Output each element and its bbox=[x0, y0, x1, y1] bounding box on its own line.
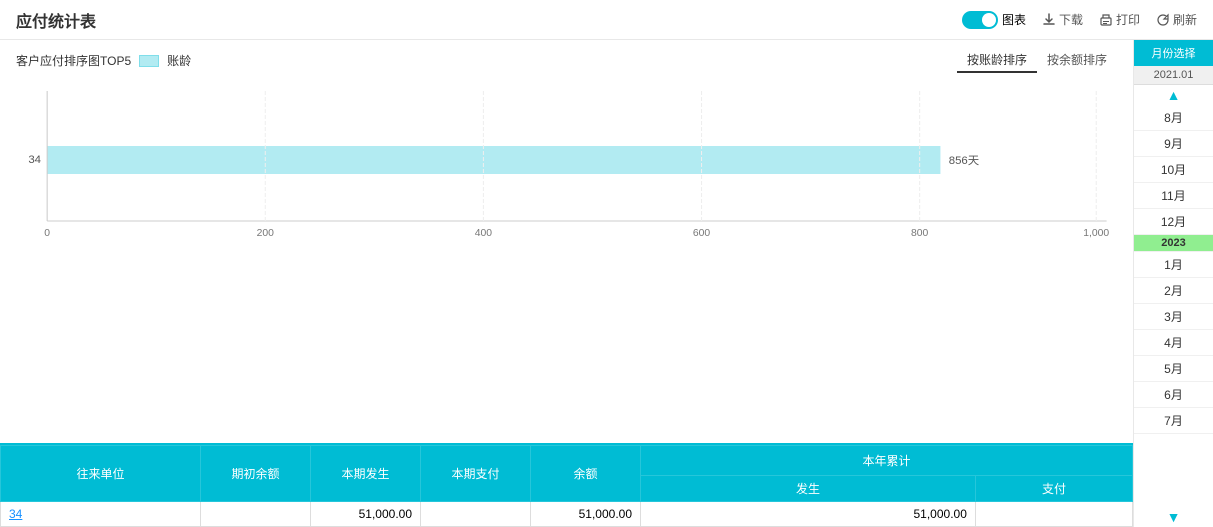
col-opening: 期初余额 bbox=[201, 446, 311, 502]
sidebar-month-5[interactable]: 5月 bbox=[1134, 356, 1213, 382]
sidebar-month-1[interactable]: 1月 bbox=[1134, 252, 1213, 278]
cell-ytd-pay bbox=[975, 502, 1132, 527]
data-table: 往来单位 期初余额 本期发生 本期支付 余额 本年累计 发生 支付 bbox=[0, 445, 1133, 527]
sidebar-year-2023: 2023 bbox=[1134, 235, 1213, 252]
sidebar-month-10[interactable]: 10月 bbox=[1134, 157, 1213, 183]
print-icon bbox=[1099, 13, 1113, 27]
table-row: 34 51,000.00 51,000.00 51,000.00 bbox=[1, 502, 1133, 527]
legend-label: 客户应付排序图TOP5 bbox=[16, 52, 131, 69]
header: 应付统计表 图表 下载 打印 刷新 bbox=[0, 0, 1213, 40]
svg-text:34: 34 bbox=[28, 154, 41, 166]
chart-legend: 客户应付排序图TOP5 账龄 bbox=[16, 52, 191, 69]
sidebar-month-7[interactable]: 7月 bbox=[1134, 408, 1213, 434]
sort-by-balance-button[interactable]: 按余额排序 bbox=[1037, 48, 1117, 73]
download-button[interactable]: 下载 bbox=[1042, 11, 1083, 28]
refresh-icon bbox=[1156, 13, 1170, 27]
svg-text:856天: 856天 bbox=[949, 155, 979, 167]
sidebar-month-11[interactable]: 11月 bbox=[1134, 183, 1213, 209]
col-current-pay: 本期支付 bbox=[421, 446, 531, 502]
main-content: 客户应付排序图TOP5 账龄 按账龄排序 按余额排序 34 856天 bbox=[0, 40, 1213, 527]
print-button[interactable]: 打印 bbox=[1099, 11, 1140, 28]
sidebar-month-9[interactable]: 9月 bbox=[1134, 131, 1213, 157]
sidebar-scroll-up[interactable]: ▲ bbox=[1134, 85, 1213, 105]
col-balance: 余额 bbox=[531, 446, 641, 502]
chart-sort-buttons: 按账龄排序 按余额排序 bbox=[957, 48, 1117, 73]
cell-ytd-occur: 51,000.00 bbox=[641, 502, 976, 527]
col-ytd: 本年累计 bbox=[641, 446, 1133, 476]
page-container: 应付统计表 图表 下载 打印 刷新 bbox=[0, 0, 1213, 527]
col-current-occur: 本期发生 bbox=[311, 446, 421, 502]
col-unit: 往来单位 bbox=[1, 446, 201, 502]
sidebar-title: 月份选择 bbox=[1134, 40, 1213, 66]
svg-text:600: 600 bbox=[693, 228, 711, 239]
cell-current-occur: 51,000.00 bbox=[311, 502, 421, 527]
sidebar-months-list: 8月 9月 10月 11月 12月 2023 1月 2月 3月 4月 5月 6月… bbox=[1134, 105, 1213, 507]
page-title: 应付统计表 bbox=[16, 8, 96, 32]
chart-svg-area: 34 856天 0 200 400 600 800 1,000 bbox=[0, 81, 1133, 443]
svg-text:0: 0 bbox=[44, 228, 50, 239]
svg-text:800: 800 bbox=[911, 228, 929, 239]
chart-toggle[interactable] bbox=[962, 11, 998, 29]
download-icon bbox=[1042, 13, 1056, 27]
sidebar-year-display: 2021.01 bbox=[1134, 66, 1213, 85]
chart-area: 客户应付排序图TOP5 账龄 按账龄排序 按余额排序 34 856天 bbox=[0, 40, 1133, 527]
col-ytd-pay: 支付 bbox=[975, 476, 1132, 502]
chart-svg: 34 856天 0 200 400 600 800 1,000 bbox=[16, 81, 1117, 241]
chart-toggle-label: 图表 bbox=[1002, 11, 1026, 28]
svg-text:200: 200 bbox=[257, 228, 275, 239]
cell-opening bbox=[201, 502, 311, 527]
legend-box-label: 账龄 bbox=[167, 52, 191, 69]
chart-toggle-wrap: 图表 bbox=[962, 11, 1026, 29]
svg-text:1,000: 1,000 bbox=[1083, 228, 1109, 239]
sidebar-month-6[interactable]: 6月 bbox=[1134, 382, 1213, 408]
header-actions: 图表 下载 打印 刷新 bbox=[962, 11, 1197, 29]
col-ytd-occur: 发生 bbox=[641, 476, 976, 502]
sidebar-month-4[interactable]: 4月 bbox=[1134, 330, 1213, 356]
legend-box bbox=[139, 55, 159, 67]
sidebar-month-12[interactable]: 12月 bbox=[1134, 209, 1213, 235]
table-wrap: 往来单位 期初余额 本期发生 本期支付 余额 本年累计 发生 支付 bbox=[0, 443, 1133, 527]
sidebar-scroll-down[interactable]: ▼ bbox=[1134, 507, 1213, 527]
svg-text:400: 400 bbox=[475, 228, 493, 239]
sidebar: 月份选择 2021.01 ▲ 8月 9月 10月 11月 12月 2023 1月… bbox=[1133, 40, 1213, 527]
table-header-row: 往来单位 期初余额 本期发生 本期支付 余额 本年累计 bbox=[1, 446, 1133, 476]
chart-header: 客户应付排序图TOP5 账龄 按账龄排序 按余额排序 bbox=[0, 40, 1133, 81]
cell-current-pay bbox=[421, 502, 531, 527]
cell-unit[interactable]: 34 bbox=[1, 502, 201, 527]
sidebar-month-3[interactable]: 3月 bbox=[1134, 304, 1213, 330]
sidebar-month-8[interactable]: 8月 bbox=[1134, 105, 1213, 131]
sidebar-month-2[interactable]: 2月 bbox=[1134, 278, 1213, 304]
sort-by-age-button[interactable]: 按账龄排序 bbox=[957, 48, 1037, 73]
refresh-button[interactable]: 刷新 bbox=[1156, 11, 1197, 28]
cell-balance: 51,000.00 bbox=[531, 502, 641, 527]
